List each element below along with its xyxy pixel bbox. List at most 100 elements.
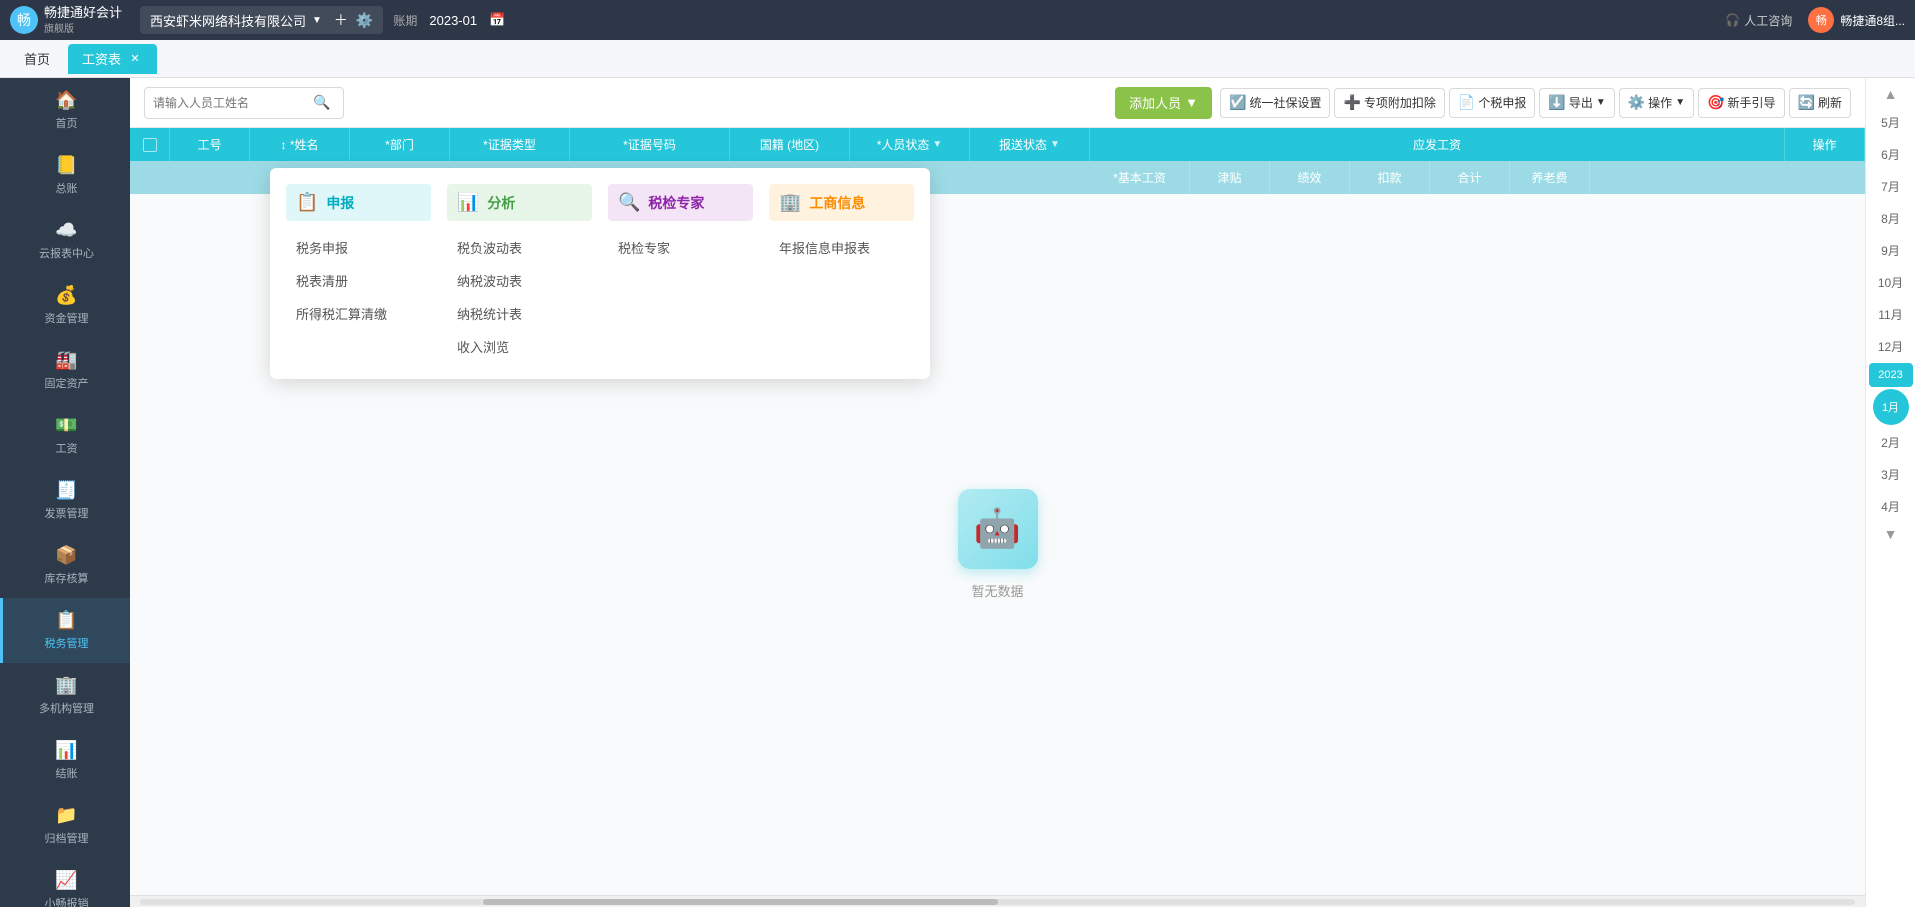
user-info[interactable]: 畅 畅捷通8组... — [1808, 7, 1905, 33]
archive-icon: 📁 — [55, 805, 77, 826]
close-accounts-icon: 📊 — [55, 740, 77, 761]
sidebar-item-fund[interactable]: 💰 资金管理 — [0, 273, 130, 338]
toolbar: 🔍 添加人员 ▼ ☑️ 统一社保设置 ➕ 专项附加扣除 📄 个税申报 — [130, 78, 1865, 128]
settings-icon[interactable]: ⚙️ — [356, 12, 373, 29]
add-company-icon[interactable]: ＋ — [334, 10, 348, 30]
menu-tax-form[interactable]: 税表清册 — [286, 264, 431, 297]
report-status-filter-icon[interactable]: ▼ — [1050, 139, 1060, 150]
calendar-month-10[interactable]: 10月 — [1871, 267, 1911, 297]
menu-tax-statistics[interactable]: 纳税统计表 — [447, 297, 592, 330]
th-id: 工号 — [170, 128, 250, 161]
export-button[interactable]: ⬇️ 导出 ▼ — [1539, 88, 1614, 118]
tax-dropdown-menu: 📋 申报 税务申报 税表清册 所得税汇算清缴 📊 分析 税负波动表 纳税波动表 … — [270, 168, 930, 379]
menu-income-tax-settlement[interactable]: 所得税汇算清缴 — [286, 297, 431, 330]
user-name: 畅捷通8组... — [1840, 12, 1905, 29]
calendar-month-5[interactable]: 5月 — [1871, 107, 1911, 137]
calendar-month-2[interactable]: 2月 — [1871, 427, 1911, 457]
sidebar-item-cloud-report[interactable]: ☁️ 云报表中心 — [0, 208, 130, 273]
top-header: 畅 畅捷通好会计 旗舰版 西安虾米网络科技有限公司 ▼ ＋ ⚙️ 账期 2023… — [0, 0, 1915, 40]
calendar-month-6[interactable]: 6月 — [1871, 139, 1911, 169]
sidebar-item-salary[interactable]: 💵 工资 — [0, 403, 130, 468]
help-button[interactable]: 🎧 人工咨询 — [1725, 12, 1792, 29]
tab-salary[interactable]: 工资表 ✕ — [68, 44, 157, 74]
refresh-button[interactable]: 🔄 刷新 — [1789, 88, 1851, 118]
company-selector[interactable]: 西安虾米网络科技有限公司 ▼ ＋ ⚙️ — [140, 6, 383, 34]
refresh-icon: 🔄 — [1798, 94, 1815, 111]
calendar-month-1-active[interactable]: 1月 — [1873, 389, 1909, 425]
sidebar-item-home[interactable]: 🏠 首页 — [0, 78, 130, 143]
tax-report-button[interactable]: 📄 个税申报 — [1449, 88, 1535, 118]
search-input[interactable] — [153, 96, 313, 110]
period-area: 账期 2023-01 📅 — [393, 12, 505, 29]
operation-label: 操作 — [1648, 94, 1672, 111]
tab-close-button[interactable]: ✕ — [127, 51, 143, 67]
sidebar-item-tax[interactable]: 📋 税务管理 — [0, 598, 130, 663]
logo-char: 畅 — [17, 10, 31, 30]
th-subsidy: 津贴 — [1190, 161, 1270, 194]
calendar-month-8[interactable]: 8月 — [1871, 203, 1911, 233]
section-analysis-title: 分析 — [487, 193, 515, 213]
th-id-type: *证据类型 — [450, 128, 570, 161]
th-base-salary: *基本工资 — [1090, 161, 1190, 194]
calendar-month-4[interactable]: 4月 — [1871, 491, 1911, 521]
calendar-scroll-up[interactable]: ▲ — [1873, 82, 1909, 106]
sidebar-item-inventory[interactable]: 📦 库存核算 — [0, 533, 130, 598]
calendar-month-7[interactable]: 7月 — [1871, 171, 1911, 201]
scrollbar-track[interactable] — [140, 899, 1855, 905]
th-report-status[interactable]: 报送状态 ▼ — [970, 128, 1090, 161]
sidebar-item-fixed-assets[interactable]: 🏭 固定资产 — [0, 338, 130, 403]
menu-income-browse[interactable]: 收入浏览 — [447, 330, 592, 363]
new-guide-button[interactable]: 🎯 新手引导 — [1698, 88, 1784, 118]
sidebar-item-mini-report[interactable]: 📈 小畅报销 — [0, 858, 130, 907]
tab-home[interactable]: 首页 — [10, 44, 64, 74]
select-all-checkbox[interactable] — [143, 138, 157, 152]
status-filter-icon[interactable]: ▼ — [932, 139, 942, 150]
refresh-label: 刷新 — [1818, 94, 1842, 111]
menu-tax-payment[interactable]: 纳税波动表 — [447, 264, 592, 297]
tax-report-icon: 📄 — [1458, 94, 1475, 111]
th-name[interactable]: ↕ *姓名 — [250, 128, 350, 161]
th-checkbox[interactable] — [130, 128, 170, 161]
search-input-wrap[interactable]: 🔍 — [144, 87, 344, 119]
main-layout: 🏠 首页 📒 总账 ☁️ 云报表中心 💰 资金管理 🏭 固定资产 💵 工资 🧾 … — [0, 78, 1915, 907]
special-deduction-label: 专项附加扣除 — [1364, 94, 1436, 111]
new-guide-icon: 🎯 — [1707, 94, 1724, 111]
home-icon: 🏠 — [55, 90, 77, 111]
headset-icon: 🎧 — [1725, 13, 1740, 27]
calendar-month-3[interactable]: 3月 — [1871, 459, 1911, 489]
sidebar-item-invoice[interactable]: 🧾 发票管理 — [0, 468, 130, 533]
section-business-info-title: 工商信息 — [809, 193, 865, 213]
dropdown-section-tax-expert: 🔍 税检专家 税检专家 — [608, 184, 753, 363]
menu-tax-burden[interactable]: 税负波动表 — [447, 231, 592, 264]
menu-annual-report[interactable]: 年报信息申报表 — [769, 231, 914, 264]
calendar-icon[interactable]: 📅 — [489, 12, 505, 28]
social-security-button[interactable]: ☑️ 统一社保设置 — [1220, 88, 1330, 118]
content-area: 🔍 添加人员 ▼ ☑️ 统一社保设置 ➕ 专项附加扣除 📄 个税申报 — [130, 78, 1865, 907]
add-person-dropdown-icon: ▼ — [1185, 95, 1198, 110]
toolbar-actions: ☑️ 统一社保设置 ➕ 专项附加扣除 📄 个税申报 ⬇️ 导出 ▼ ⚙️ — [1220, 88, 1851, 118]
menu-tax-declaration[interactable]: 税务申报 — [286, 231, 431, 264]
scrollbar-thumb[interactable] — [483, 899, 998, 905]
social-security-icon: ☑️ — [1229, 94, 1246, 111]
sidebar-item-archive[interactable]: 📁 归档管理 — [0, 793, 130, 858]
sidebar-item-multi-org[interactable]: 🏢 多机构管理 — [0, 663, 130, 728]
menu-tax-inspection[interactable]: 税检专家 — [608, 231, 753, 264]
calendar-scroll-down[interactable]: ▼ — [1873, 522, 1909, 546]
calendar-month-12[interactable]: 12月 — [1871, 331, 1911, 361]
salary-icon: 💵 — [55, 415, 77, 436]
search-icon: 🔍 — [313, 94, 330, 111]
section-business-info-header: 🏢 工商信息 — [769, 184, 914, 221]
export-label: 导出 — [1569, 94, 1593, 111]
th-pension: 养老费 — [1510, 161, 1590, 194]
special-deduction-button[interactable]: ➕ 专项附加扣除 — [1334, 88, 1444, 118]
th-status[interactable]: *人员状态 ▼ — [850, 128, 970, 161]
sidebar-item-close-accounts[interactable]: 📊 结账 — [0, 728, 130, 793]
tax-expert-icon: 🔍 — [618, 192, 640, 213]
sidebar-item-ledger[interactable]: 📒 总账 — [0, 143, 130, 208]
calendar-month-11[interactable]: 11月 — [1871, 299, 1911, 329]
calendar-month-9[interactable]: 9月 — [1871, 235, 1911, 265]
th-salary-group: 应发工资 — [1090, 128, 1785, 161]
multi-org-icon: 🏢 — [55, 675, 77, 696]
operation-button[interactable]: ⚙️ 操作 ▼ — [1619, 88, 1694, 118]
add-person-button[interactable]: 添加人员 ▼ — [1115, 87, 1212, 119]
